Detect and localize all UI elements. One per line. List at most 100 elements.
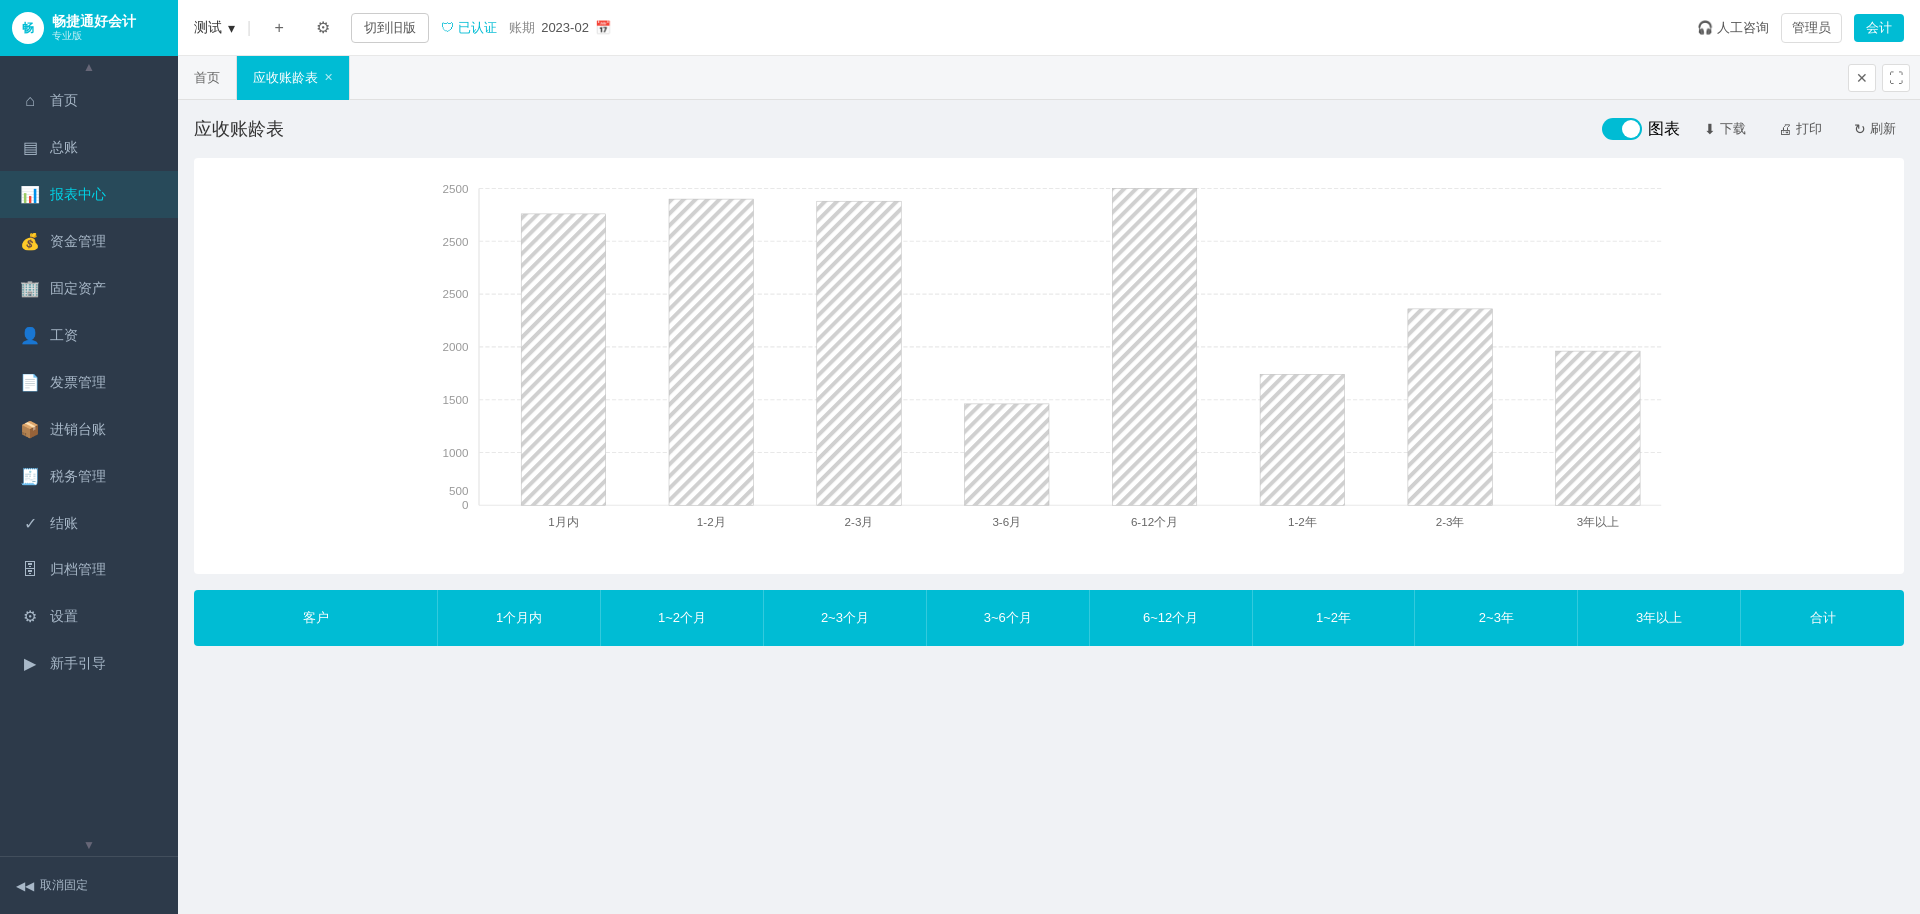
shield-icon: 🛡 xyxy=(441,20,454,35)
download-label: 下载 xyxy=(1720,120,1746,138)
sidebar-item-purchase[interactable]: 📦 进销台账 xyxy=(0,406,178,453)
sidebar-item-settings[interactable]: ⚙ 设置 xyxy=(0,593,178,640)
sidebar-item-ledger[interactable]: ▤ 总账 xyxy=(0,124,178,171)
svg-text:2500: 2500 xyxy=(443,182,469,195)
period-value: 2023-02 xyxy=(541,20,589,35)
print-button[interactable]: 🖨 打印 xyxy=(1770,116,1830,142)
svg-text:1月内: 1月内 xyxy=(548,515,578,528)
accountant-button[interactable]: 会计 xyxy=(1854,14,1904,42)
bar-1-2年 xyxy=(1260,374,1344,505)
refresh-button[interactable]: ↻ 刷新 xyxy=(1846,116,1904,142)
download-icon: ⬇ xyxy=(1704,121,1716,137)
bar-1-2月 xyxy=(669,199,753,505)
period-label: 账期 xyxy=(509,19,535,37)
toggle-thumb xyxy=(1622,120,1640,138)
settings-button[interactable]: ⚙ xyxy=(307,12,339,44)
gear-icon: ⚙ xyxy=(316,18,330,37)
sidebar-logo: 畅 畅捷通好会计 专业版 xyxy=(0,0,178,56)
sidebar-item-home[interactable]: ⌂ 首页 xyxy=(0,78,178,124)
print-label: 打印 xyxy=(1796,120,1822,138)
certified-label: 已认证 xyxy=(458,19,497,37)
svg-text:1-2年: 1-2年 xyxy=(1288,515,1317,528)
svg-text:1-2月: 1-2月 xyxy=(697,515,726,528)
sidebar-item-invoice[interactable]: 📄 发票管理 xyxy=(0,359,178,406)
sidebar-item-payroll-label: 工资 xyxy=(50,327,78,345)
sidebar-item-payroll[interactable]: 👤 工资 xyxy=(0,312,178,359)
refresh-icon: ↻ xyxy=(1854,121,1866,137)
consult-button[interactable]: 🎧 人工咨询 xyxy=(1697,19,1769,37)
separator-1: | xyxy=(247,19,251,37)
sidebar-item-purchase-label: 进销台账 xyxy=(50,421,106,439)
bar-chart: 2500 2500 2500 2000 1500 1000 500 0 xyxy=(224,178,1874,558)
sidebar-item-closing[interactable]: ✓ 结账 xyxy=(0,500,178,547)
svg-text:3年以上: 3年以上 xyxy=(1577,515,1619,528)
chart-toggle[interactable]: 图表 xyxy=(1602,118,1680,140)
page-content: 应收账龄表 图表 ⬇ 下载 🖨 打印 xyxy=(178,100,1920,662)
tab-home-label: 首页 xyxy=(194,69,220,87)
scroll-down-btn[interactable]: ▼ xyxy=(0,834,178,856)
table-header: 客户 1个月内 1~2个月 2~3个月 3~6个月 6~12 xyxy=(194,590,1904,646)
sidebar-item-archive[interactable]: 🗄 归档管理 xyxy=(0,547,178,593)
add-icon: + xyxy=(274,19,283,37)
calendar-icon[interactable]: 📅 xyxy=(595,20,611,35)
chevron-down-icon: ▾ xyxy=(228,20,235,36)
capital-icon: 💰 xyxy=(20,232,40,251)
sidebar-item-tax[interactable]: 🧾 税务管理 xyxy=(0,453,178,500)
bar-3-6月 xyxy=(965,404,1049,505)
expand-icon: ⛶ xyxy=(1889,70,1903,86)
chart-wrapper: 2500 2500 2500 2000 1500 1000 500 0 xyxy=(224,178,1874,558)
switch-old-version-button[interactable]: 切到旧版 xyxy=(351,13,429,43)
th-1-2month: 1~2个月 xyxy=(601,590,764,646)
th-6-12month: 6~12个月 xyxy=(1090,590,1253,646)
print-icon: 🖨 xyxy=(1778,121,1792,137)
sidebar-item-assets-label: 固定资产 xyxy=(50,280,106,298)
sidebar-item-tax-label: 税务管理 xyxy=(50,468,106,486)
sidebar-item-archive-label: 归档管理 xyxy=(50,561,106,579)
sidebar-item-capital[interactable]: 💰 资金管理 xyxy=(0,218,178,265)
bar-1月内 xyxy=(521,214,605,505)
svg-text:1000: 1000 xyxy=(443,446,469,459)
sidebar-item-guide[interactable]: ▶ 新手引导 xyxy=(0,640,178,687)
th-total: 合计 xyxy=(1741,590,1904,646)
chart-container: 2500 2500 2500 2000 1500 1000 500 0 xyxy=(194,158,1904,574)
sidebar-item-reports[interactable]: 📊 报表中心 xyxy=(0,171,178,218)
svg-text:0: 0 xyxy=(462,498,468,511)
sidebar-item-home-label: 首页 xyxy=(50,92,78,110)
chart-toggle-label: 图表 xyxy=(1648,119,1680,140)
table-container: 客户 1个月内 1~2个月 2~3个月 3~6个月 6~12 xyxy=(194,590,1904,646)
download-button[interactable]: ⬇ 下载 xyxy=(1696,116,1754,142)
th-1-2year: 1~2年 xyxy=(1253,590,1416,646)
page-actions: 图表 ⬇ 下载 🖨 打印 ↻ 刷新 xyxy=(1602,116,1904,142)
logo-name: 畅捷通好会计 xyxy=(52,13,136,30)
logo-edition: 专业版 xyxy=(52,29,136,43)
settings-sidebar-icon: ⚙ xyxy=(20,607,40,626)
main-area: 测试 ▾ | + ⚙ 切到旧版 🛡 已认证 账期 2023-02 📅 🎧 人工咨… xyxy=(178,0,1920,914)
toggle-track[interactable] xyxy=(1602,118,1642,140)
svg-text:3-6月: 3-6月 xyxy=(992,515,1021,528)
cancel-fixed-btn[interactable]: ◀◀ 取消固定 xyxy=(0,867,178,904)
sidebar-bottom: ◀◀ 取消固定 xyxy=(0,856,178,914)
svg-text:2000: 2000 xyxy=(443,340,469,353)
sidebar-nav: ⌂ 首页 ▤ 总账 📊 报表中心 💰 资金管理 🏢 固定资产 👤 工资 📄 发票… xyxy=(0,78,178,834)
tab-close-icon[interactable]: ✕ xyxy=(324,71,333,84)
logo-icon: 畅 xyxy=(12,12,44,44)
sidebar-item-assets[interactable]: 🏢 固定资产 xyxy=(0,265,178,312)
sidebar-item-invoice-label: 发票管理 xyxy=(50,374,106,392)
page-header: 应收账龄表 图表 ⬇ 下载 🖨 打印 xyxy=(194,116,1904,142)
closing-icon: ✓ xyxy=(20,514,40,533)
headset-icon: 🎧 xyxy=(1697,20,1713,35)
th-2-3month: 2~3个月 xyxy=(764,590,927,646)
scroll-up-btn[interactable]: ▲ xyxy=(0,56,178,78)
user-button[interactable]: 管理员 xyxy=(1781,13,1842,43)
add-button[interactable]: + xyxy=(263,12,295,44)
th-2-3year: 2~3年 xyxy=(1415,590,1578,646)
tab-aging[interactable]: 应收账龄表 ✕ xyxy=(237,56,350,100)
expand-button[interactable]: ⛶ xyxy=(1882,64,1910,92)
close-window-button[interactable]: ✕ xyxy=(1848,64,1876,92)
th-3-6month: 3~6个月 xyxy=(927,590,1090,646)
tab-home[interactable]: 首页 xyxy=(178,56,237,100)
sidebar-item-reports-label: 报表中心 xyxy=(50,186,106,204)
th-customer: 客户 xyxy=(194,590,438,646)
company-selector[interactable]: 测试 ▾ xyxy=(194,19,235,37)
invoice-icon: 📄 xyxy=(20,373,40,392)
